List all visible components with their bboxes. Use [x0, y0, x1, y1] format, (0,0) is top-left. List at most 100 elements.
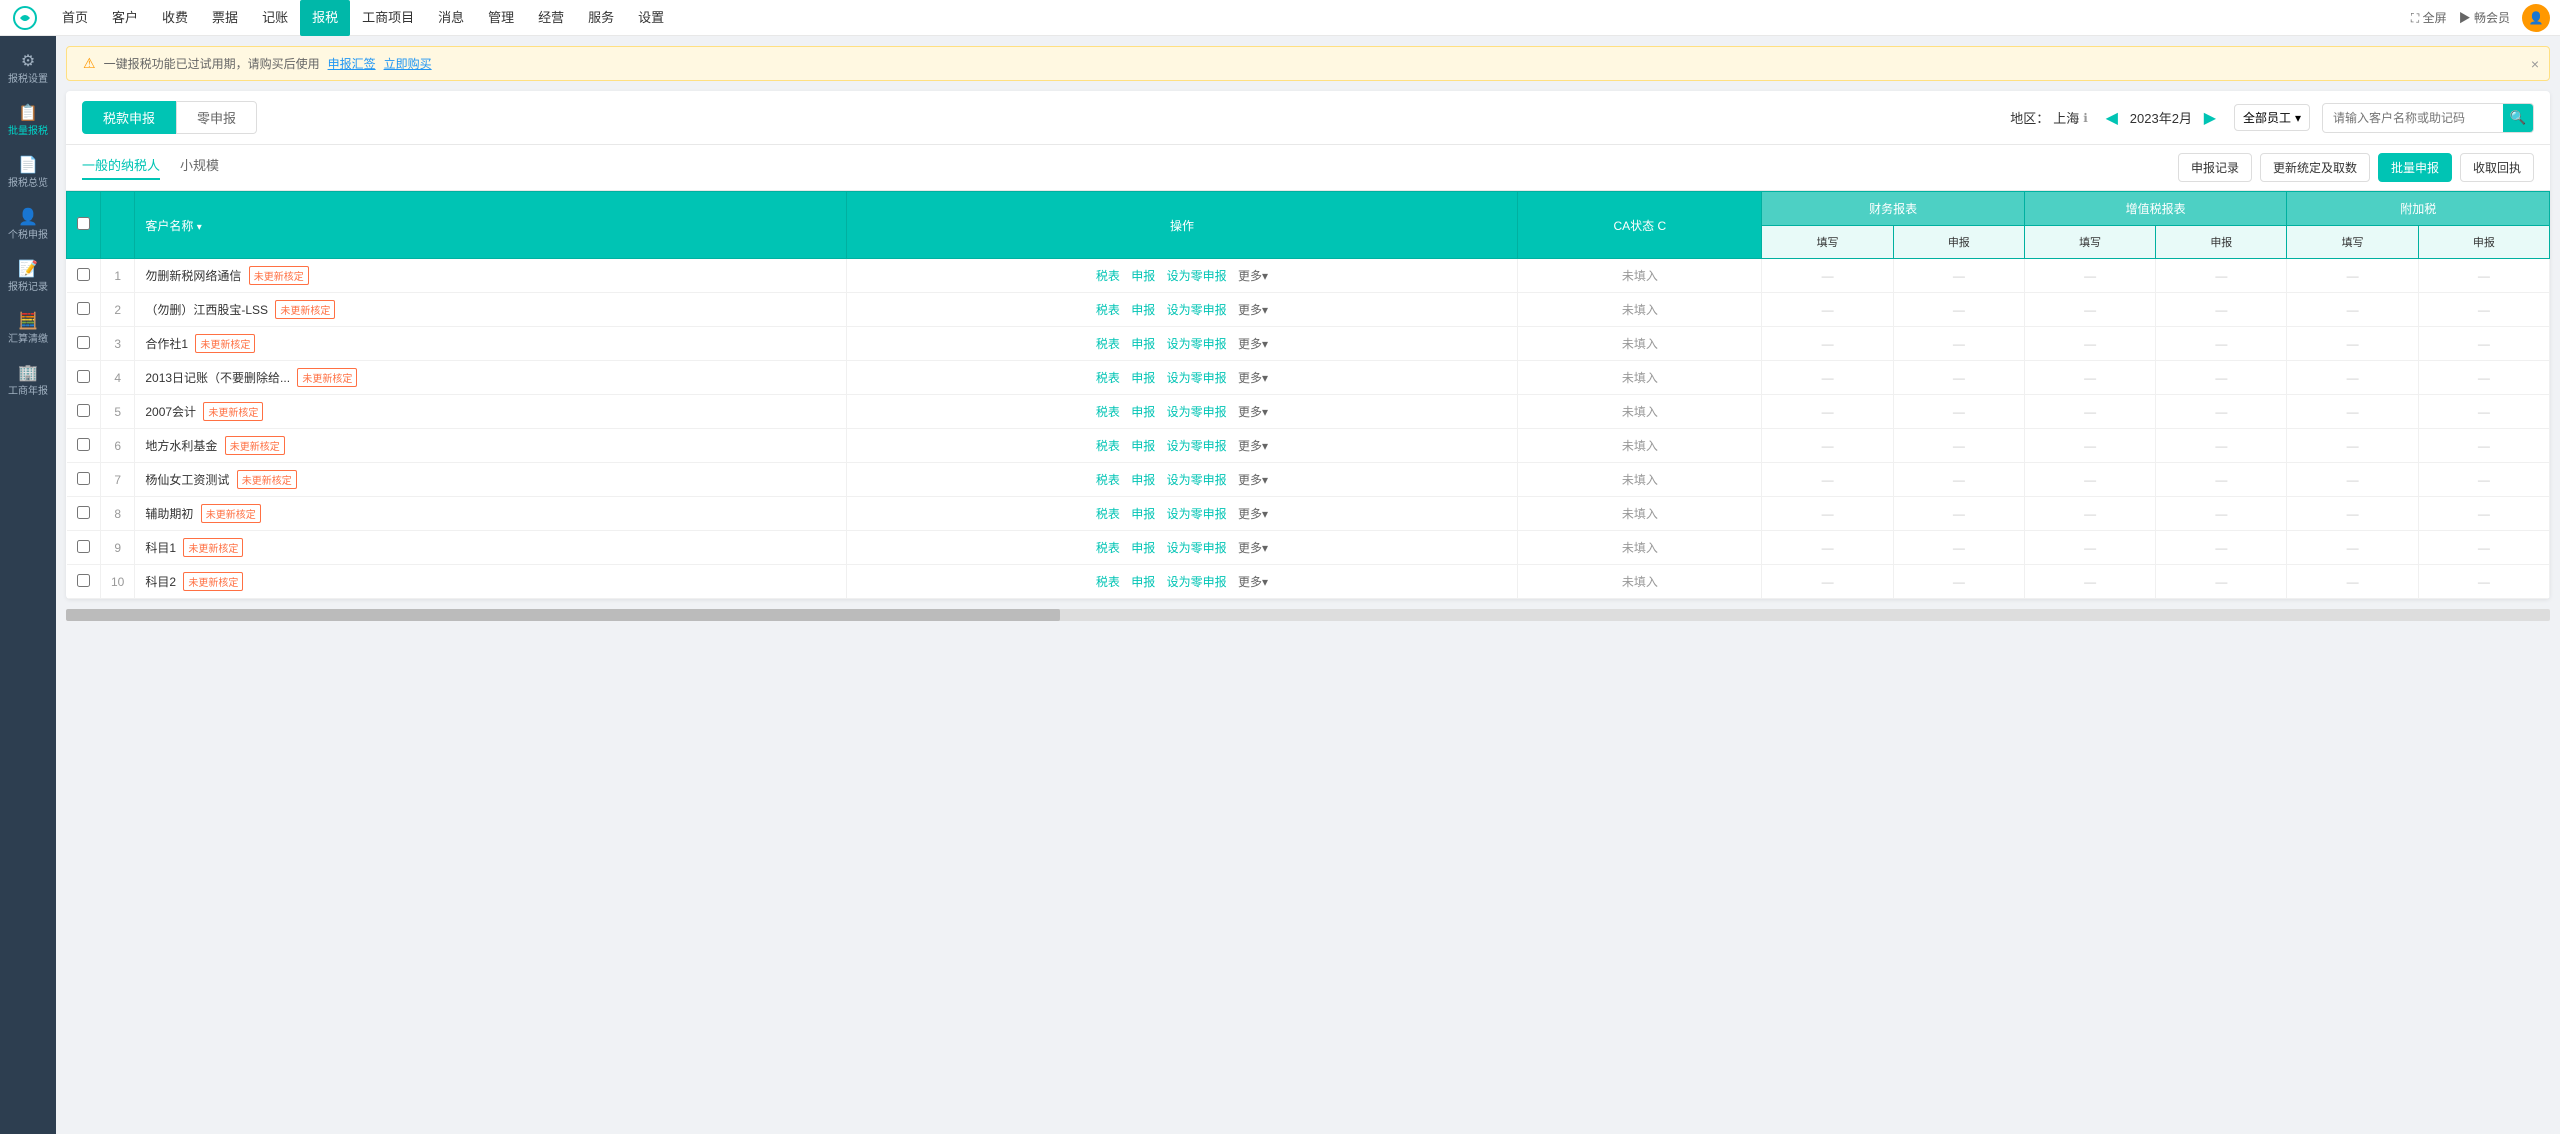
op-zero-declare-2[interactable]: 设为零申报 [1167, 337, 1227, 351]
op-tax-form-9[interactable]: 税表 [1096, 575, 1120, 589]
op-zero-declare-5[interactable]: 设为零申报 [1167, 439, 1227, 453]
row-checkbox-8[interactable] [77, 540, 90, 553]
avatar[interactable]: 👤 [2522, 4, 2550, 32]
sidebar-item-batch-tax[interactable]: 📋 批量报税 [3, 96, 53, 144]
op-declare-2[interactable]: 申报 [1131, 337, 1155, 351]
op-declare-0[interactable]: 申报 [1131, 269, 1155, 283]
col-2-row-8: — [2024, 531, 2155, 565]
nav-home[interactable]: 首页 [50, 0, 100, 36]
col-0-row-2: — [1762, 327, 1893, 361]
banner-link-buy[interactable]: 立即购买 [384, 55, 432, 72]
location-select[interactable]: 地区： 上海 ℹ [2010, 108, 2088, 127]
op-more-3[interactable]: 更多▾ [1238, 371, 1268, 385]
row-checkbox-2[interactable] [77, 336, 90, 349]
row-checkbox-1[interactable] [77, 302, 90, 315]
op-declare-5[interactable]: 申报 [1131, 439, 1155, 453]
op-more-0[interactable]: 更多▾ [1238, 269, 1268, 283]
banner-close-btn[interactable]: × [2531, 56, 2539, 72]
sidebar: ⚙ 报税设置 📋 批量报税 📄 报税总览 👤 个税申报 📝 报税记录 🧮 汇算清… [0, 36, 56, 1134]
op-zero-declare-6[interactable]: 设为零申报 [1167, 473, 1227, 487]
op-declare-1[interactable]: 申报 [1131, 303, 1155, 317]
search-button[interactable]: 🔍 [2503, 104, 2533, 132]
op-tax-form-7[interactable]: 税表 [1096, 507, 1120, 521]
op-zero-declare-8[interactable]: 设为零申报 [1167, 541, 1227, 555]
row-checkbox-3[interactable] [77, 370, 90, 383]
banner-link-declaration[interactable]: 申报汇签 [328, 55, 376, 72]
sub-tab-general[interactable]: 一般的纳税人 [82, 155, 160, 180]
update-btn[interactable]: 更新统定及取数 [2260, 153, 2370, 182]
date-next-btn[interactable]: ▶ [2198, 106, 2222, 130]
sidebar-item-annual-settlement[interactable]: 🧮 汇算清缴 [3, 304, 53, 352]
sidebar-item-tax-overview[interactable]: 📄 报税总览 [3, 148, 53, 196]
sidebar-item-annual-report[interactable]: 🏢 工商年报 [3, 356, 53, 404]
row-checkbox-7[interactable] [77, 506, 90, 519]
declaration-record-btn[interactable]: 申报记录 [2178, 153, 2252, 182]
op-zero-declare-3[interactable]: 设为零申报 [1167, 371, 1227, 385]
row-checkbox-4[interactable] [77, 404, 90, 417]
op-declare-9[interactable]: 申报 [1131, 575, 1155, 589]
op-tax-form-8[interactable]: 税表 [1096, 541, 1120, 555]
op-declare-3[interactable]: 申报 [1131, 371, 1155, 385]
nav-settings[interactable]: 设置 [626, 0, 676, 36]
op-zero-declare-4[interactable]: 设为零申报 [1167, 405, 1227, 419]
staff-filter-select[interactable]: 全部员工 ▾ [2234, 104, 2310, 131]
op-more-4[interactable]: 更多▾ [1238, 405, 1268, 419]
nav-message[interactable]: 消息 [426, 0, 476, 36]
op-tax-form-5[interactable]: 税表 [1096, 439, 1120, 453]
op-tax-form-6[interactable]: 税表 [1096, 473, 1120, 487]
member-btn[interactable]: ▶ 畅会员 [2459, 9, 2510, 26]
op-more-9[interactable]: 更多▾ [1238, 575, 1268, 589]
sidebar-item-tax-settings[interactable]: ⚙ 报税设置 [3, 44, 53, 92]
row-checkbox-5[interactable] [77, 438, 90, 451]
op-tax-form-2[interactable]: 税表 [1096, 337, 1120, 351]
op-zero-declare-1[interactable]: 设为零申报 [1167, 303, 1227, 317]
nav-operation[interactable]: 经营 [526, 0, 576, 36]
op-more-8[interactable]: 更多▾ [1238, 541, 1268, 555]
row-checkbox-0[interactable] [77, 268, 90, 281]
sidebar-item-tax-record[interactable]: 📝 报税记录 [3, 252, 53, 300]
surcharge-fill-header: 填写 [2287, 226, 2418, 259]
op-zero-declare-7[interactable]: 设为零申报 [1167, 507, 1227, 521]
op-declare-4[interactable]: 申报 [1131, 405, 1155, 419]
row-checkbox-6[interactable] [77, 472, 90, 485]
sidebar-item-personal-tax[interactable]: 👤 个税申报 [3, 200, 53, 248]
op-more-2[interactable]: 更多▾ [1238, 337, 1268, 351]
nav-manage[interactable]: 管理 [476, 0, 526, 36]
ca-status-cell-4: 未填入 [1518, 395, 1762, 429]
nav-bookkeeping[interactable]: 记账 [250, 0, 300, 36]
op-zero-declare-9[interactable]: 设为零申报 [1167, 575, 1227, 589]
nav-customer[interactable]: 客户 [100, 0, 150, 36]
row-checkbox-9[interactable] [77, 574, 90, 587]
select-all-checkbox[interactable] [77, 217, 90, 230]
company-name-6: 杨仙女工资测试 [145, 473, 229, 487]
nav-invoice[interactable]: 票据 [200, 0, 250, 36]
panel-tabs: 税款申报 零申报 [82, 101, 257, 134]
op-tax-form-0[interactable]: 税表 [1096, 269, 1120, 283]
tab-zero-declaration[interactable]: 零申报 [176, 101, 257, 134]
op-declare-6[interactable]: 申报 [1131, 473, 1155, 487]
op-zero-declare-0[interactable]: 设为零申报 [1167, 269, 1227, 283]
nav-business[interactable]: 工商项目 [350, 0, 426, 36]
op-tax-form-4[interactable]: 税表 [1096, 405, 1120, 419]
op-declare-8[interactable]: 申报 [1131, 541, 1155, 555]
collect-receipt-btn[interactable]: 收取回执 [2460, 153, 2534, 182]
date-prev-btn[interactable]: ◀ [2100, 106, 2124, 130]
nav-tax[interactable]: 报税 [300, 0, 350, 36]
op-declare-7[interactable]: 申报 [1131, 507, 1155, 521]
sub-tab-small[interactable]: 小规模 [180, 155, 219, 180]
nav-service[interactable]: 服务 [576, 0, 626, 36]
op-tax-form-1[interactable]: 税表 [1096, 303, 1120, 317]
op-more-6[interactable]: 更多▾ [1238, 473, 1268, 487]
nav-billing[interactable]: 收费 [150, 0, 200, 36]
op-tax-form-3[interactable]: 税表 [1096, 371, 1120, 385]
tab-tax-declaration[interactable]: 税款申报 [82, 101, 176, 134]
op-more-1[interactable]: 更多▾ [1238, 303, 1268, 317]
batch-declare-btn[interactable]: 批量申报 [2378, 153, 2452, 182]
fullscreen-btn[interactable]: ⛶ 全屏 [2411, 9, 2447, 26]
scrollbar-thumb[interactable] [66, 609, 1060, 621]
op-more-5[interactable]: 更多▾ [1238, 439, 1268, 453]
op-more-7[interactable]: 更多▾ [1238, 507, 1268, 521]
sub-tabs: 一般的纳税人 小规模 [82, 155, 219, 180]
horizontal-scrollbar[interactable] [66, 609, 2550, 621]
search-input[interactable] [2323, 106, 2503, 130]
